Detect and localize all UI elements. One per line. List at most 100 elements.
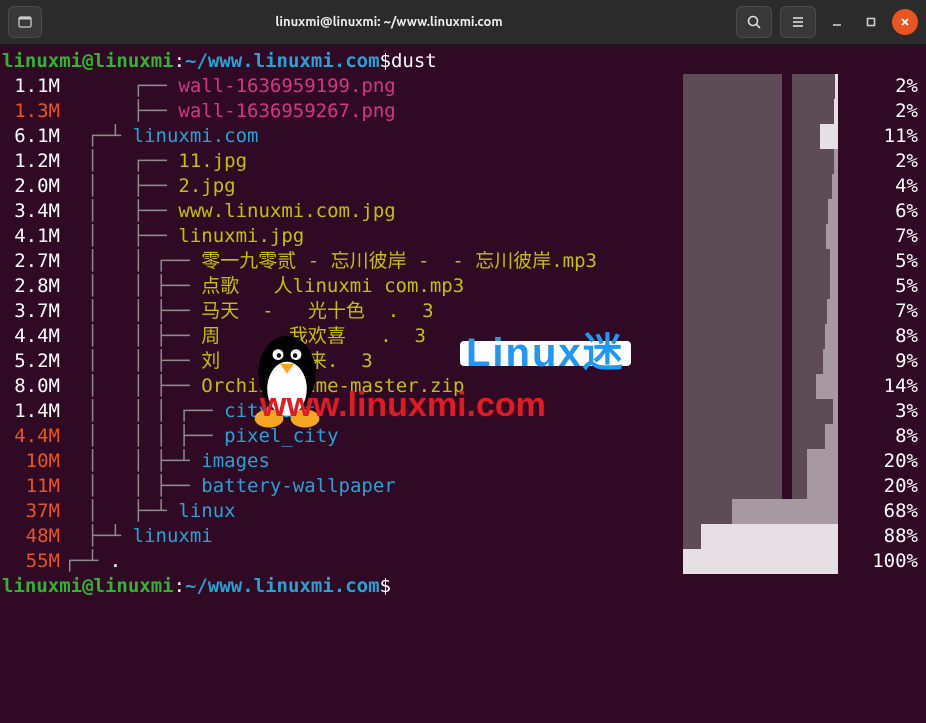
bar-fill-inner bbox=[830, 274, 838, 299]
bar-fill bbox=[834, 99, 838, 124]
file-size: 3.4M bbox=[2, 199, 64, 224]
bar-container bbox=[683, 349, 858, 374]
bar-container bbox=[683, 99, 858, 124]
file-name: 零一九零贰 - 忘川彼岸 - - 忘川彼岸.mp3 bbox=[201, 249, 597, 274]
dust-row: 3.4M │ ├── www.linuxmi.com.jpg6% bbox=[2, 199, 920, 224]
tree-branch: │ │ ├── bbox=[64, 324, 201, 349]
bar-fill-inner bbox=[828, 199, 838, 224]
dust-row: 48M ├─┴ linuxmi88% bbox=[2, 524, 920, 549]
percentage: 88% bbox=[858, 524, 920, 549]
new-tab-button[interactable] bbox=[8, 6, 42, 38]
tree-branch: │ │ ├── bbox=[64, 299, 201, 324]
bar-fill-inner bbox=[825, 324, 838, 349]
dust-row: 4.4M │ │ │ ├── pixel_city8% bbox=[2, 424, 920, 449]
bar-container bbox=[683, 399, 858, 424]
window-title: linuxmi@linuxmi: ~/www.linuxmi.com bbox=[50, 15, 728, 29]
menu-button[interactable] bbox=[780, 6, 816, 38]
file-name: 点歌 人linuxmi com.mp3 bbox=[201, 274, 464, 299]
bar-fill-inner bbox=[830, 249, 838, 274]
tree-branch: │ ┌── bbox=[64, 149, 178, 174]
prompt-userhost: linuxmi@linuxmi bbox=[2, 574, 174, 599]
bar-container bbox=[683, 274, 858, 299]
tree-branch: │ │ ├── bbox=[64, 374, 201, 399]
minimize-icon bbox=[831, 16, 843, 28]
file-size: 3.7M bbox=[2, 299, 64, 324]
file-size: 55M bbox=[2, 549, 64, 574]
dust-row: 37M │ ├─┴ linux68% bbox=[2, 499, 920, 524]
bar-container bbox=[683, 224, 858, 249]
bar-container bbox=[683, 424, 858, 449]
bar-container bbox=[683, 474, 858, 499]
bar-container bbox=[683, 324, 858, 349]
tree-branch: │ ├── bbox=[64, 199, 178, 224]
file-size: 4.1M bbox=[2, 224, 64, 249]
tree-branch: │ │ ├── bbox=[64, 474, 201, 499]
dust-row: 3.7M │ │ ├── 马天 - 光十色 . 3 7% bbox=[2, 299, 920, 324]
bar-fill-inner bbox=[823, 349, 838, 374]
file-name: linuxmi bbox=[133, 524, 213, 549]
file-name: images bbox=[201, 449, 270, 474]
bar-container bbox=[683, 249, 858, 274]
search-button[interactable] bbox=[736, 6, 772, 38]
bar-fill-inner bbox=[826, 224, 838, 249]
tree-branch: ├── bbox=[64, 99, 178, 124]
file-name: 马天 - 光十色 . 3 bbox=[201, 299, 433, 324]
tree-branch: │ ├─┴ bbox=[64, 499, 178, 524]
window-minimize-button[interactable] bbox=[824, 9, 850, 35]
bar-fill-inner bbox=[807, 474, 838, 499]
percentage: 9% bbox=[858, 349, 920, 374]
file-size: 4.4M bbox=[2, 324, 64, 349]
dust-row: 1.1M ┌── wall-1636959199.png2% bbox=[2, 74, 920, 99]
prompt-sep: : bbox=[174, 574, 185, 599]
bar-container bbox=[683, 374, 858, 399]
terminal-window: linuxmi@linuxmi: ~/www.linuxmi.com bbox=[0, 0, 926, 723]
dust-row: 5.2M │ │ ├── 刘 后来. 39% bbox=[2, 349, 920, 374]
bar-fill-inner bbox=[832, 174, 838, 199]
bar-container bbox=[683, 199, 858, 224]
file-size: 8.0M bbox=[2, 374, 64, 399]
search-icon bbox=[746, 14, 762, 30]
dust-row: 2.0M │ ├── 2.jpg4% bbox=[2, 174, 920, 199]
window-close-button[interactable] bbox=[892, 9, 918, 35]
file-size: 4.4M bbox=[2, 424, 64, 449]
dust-row: 8.0M │ │ ├── Orchis-theme-master.zip14% bbox=[2, 374, 920, 399]
file-name: 周 我欢喜 . 3 bbox=[201, 324, 426, 349]
tree-branch: │ │ │ ┌── bbox=[64, 399, 224, 424]
bar-fill-inner bbox=[807, 449, 838, 474]
window-maximize-button[interactable] bbox=[858, 9, 884, 35]
percentage: 20% bbox=[858, 449, 920, 474]
close-icon bbox=[899, 16, 911, 28]
dust-row: 10M │ │ ├─┴ images20% bbox=[2, 449, 920, 474]
bar-container bbox=[683, 299, 858, 324]
percentage: 2% bbox=[858, 149, 920, 174]
file-size: 10M bbox=[2, 449, 64, 474]
tree-branch: │ │ ┌── bbox=[64, 249, 201, 274]
file-name: linuxmi.com bbox=[133, 124, 259, 149]
file-name: linuxmi.jpg bbox=[178, 224, 304, 249]
tree-branch: │ │ ├── bbox=[64, 349, 201, 374]
file-name: wall-1636959199.png bbox=[178, 74, 395, 99]
tree-branch: ┌─┴ bbox=[64, 124, 133, 149]
dust-row: 2.7M │ │ ┌── 零一九零贰 - 忘川彼岸 - - 忘川彼岸.mp35% bbox=[2, 249, 920, 274]
file-name: 2.jpg bbox=[178, 174, 235, 199]
terminal-tab-icon bbox=[17, 14, 33, 30]
window-titlebar: linuxmi@linuxmi: ~/www.linuxmi.com bbox=[0, 0, 926, 45]
bar-fill bbox=[820, 124, 838, 149]
tree-branch: ┌── bbox=[64, 74, 178, 99]
tree-branch: │ │ ├── bbox=[64, 274, 201, 299]
bar-container bbox=[683, 449, 858, 474]
percentage: 14% bbox=[858, 374, 920, 399]
bar-fill-inner bbox=[732, 499, 838, 524]
dust-row: 11M │ │ ├── battery-wallpaper20% bbox=[2, 474, 920, 499]
file-name: 11.jpg bbox=[178, 149, 247, 174]
percentage: 7% bbox=[858, 299, 920, 324]
prompt-userhost: linuxmi@linuxmi bbox=[2, 49, 174, 74]
file-size: 1.4M bbox=[2, 399, 64, 424]
terminal-body[interactable]: linuxmi@linuxmi : ~/www.linuxmi.com $ du… bbox=[0, 45, 926, 723]
tree-branch: ├─┴ bbox=[64, 524, 133, 549]
percentage: 6% bbox=[858, 199, 920, 224]
percentage: 3% bbox=[858, 399, 920, 424]
tree-branch: │ │ │ ├── bbox=[64, 424, 224, 449]
percentage: 100% bbox=[858, 549, 920, 574]
percentage: 5% bbox=[858, 274, 920, 299]
